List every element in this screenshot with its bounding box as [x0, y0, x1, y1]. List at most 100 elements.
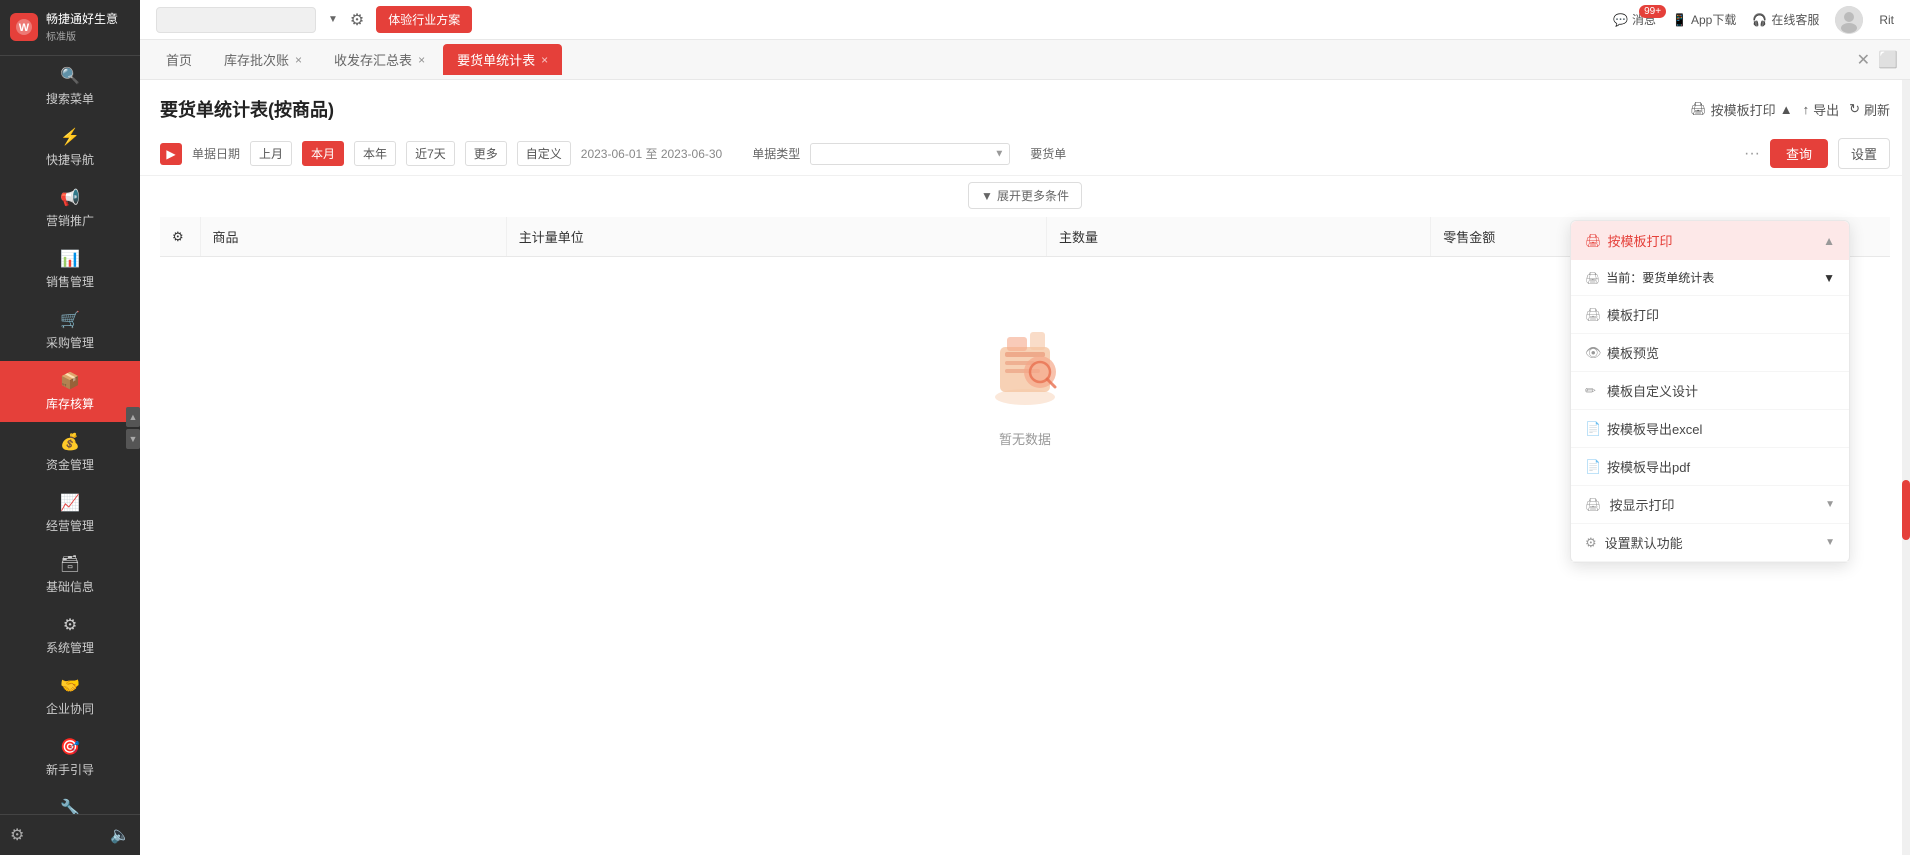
sidebar-item-purchase[interactable]: 🛒 采购管理 [0, 300, 140, 361]
dropdown-collapse-icon[interactable]: ▲ [1823, 234, 1835, 248]
sidebar-item-app-center[interactable]: 🔧 应用中心 [0, 788, 140, 814]
date-btn-custom[interactable]: 自定义 [517, 141, 571, 166]
header-search-bar [156, 7, 316, 33]
tab-close-receipt-summary[interactable]: × [418, 53, 425, 67]
print-icon: 🖨 [1690, 101, 1707, 117]
speaker-icon[interactable]: 🔈 [110, 825, 130, 845]
message-item[interactable]: 💬 消息 99+ [1613, 11, 1656, 28]
date-btn-this-year[interactable]: 本年 [354, 141, 396, 166]
sidebar-scroll-up[interactable]: ▲ [126, 407, 140, 427]
template-preview-icon: 👁 [1585, 345, 1602, 361]
app-center-icon: 🔧 [60, 798, 80, 814]
yaohuodan-label: 要货单 [1030, 145, 1066, 162]
date-btn-last-month[interactable]: 上月 [250, 141, 292, 166]
dropdown-item-template-preview[interactable]: 👁 模板预览 [1571, 334, 1849, 372]
type-select[interactable] [810, 143, 1010, 165]
expand-conditions-bar: ▼ 展开更多条件 [140, 176, 1910, 217]
sidebar-item-finance[interactable]: 💰 资金管理 [0, 422, 140, 483]
tab-home[interactable]: 首页 [152, 44, 206, 75]
sidebar-item-marketing[interactable]: 📢 营销推广 [0, 178, 140, 239]
more-options-icon[interactable]: ··· [1744, 145, 1760, 163]
print-dropdown: 🖨 按模板打印 ▲ 🖨 当前：要货单统计表 ▼ 🖨 模板打印 👁 模板预览 ✏ [1570, 220, 1850, 563]
current-template-row: 🖨 当前：要货单统计表 ▼ [1571, 260, 1849, 296]
template-excel-icon: 📄 [1585, 421, 1601, 437]
close-window-btn[interactable]: ✕ [1857, 50, 1870, 70]
newbie-icon: 🎯 [60, 737, 80, 757]
dropdown-item-template-design[interactable]: ✏ 模板自定义设计 [1571, 372, 1849, 410]
settings-button[interactable]: 设置 [1838, 138, 1890, 169]
export-icon: ↑ [1803, 102, 1810, 117]
user-avatar[interactable] [1835, 6, 1863, 34]
sidebar-scroll-down[interactable]: ▼ [126, 429, 140, 449]
sidebar-item-basic-info[interactable]: 🗃 基础信息 [0, 544, 140, 605]
dropdown-item-display-print[interactable]: 🖨 按显示打印 ▼ [1571, 486, 1849, 524]
sidebar-footer: ⚙ 🔈 [0, 814, 140, 855]
sidebar-logo: W 畅捷通好生意 标准版 [0, 0, 140, 56]
date-label: 单据日期 [192, 145, 240, 162]
sidebar-nav: 🔍 搜索菜单 ⚡ 快捷导航 📢 营销推广 📊 销售管理 🛒 采购管理 📦 库存核… [0, 56, 140, 814]
date-btn-7days[interactable]: 近7天 [406, 141, 455, 166]
print-dropdown-title: 🖨 按模板打印 [1585, 231, 1673, 250]
tab-close-order-summary[interactable]: × [541, 53, 548, 67]
basic-info-icon: 🗃 [60, 554, 80, 574]
empty-text: 暂无数据 [999, 429, 1051, 448]
expand-conditions-button[interactable]: ▼ 展开更多条件 [968, 182, 1082, 209]
dropdown-item-template-excel[interactable]: 📄 按模板导出excel [1571, 410, 1849, 448]
print-dropdown-icon: 🖨 [1585, 233, 1602, 249]
page-actions: 🖨 按模板打印 ▲ ↑ 导出 ↻ 刷新 [1690, 100, 1890, 119]
tab-bar: 首页 库存批次账 × 收发存汇总表 × 要货单统计表 × ✕ ⬜ [140, 40, 1910, 80]
experience-button[interactable]: 体验行业方案 [376, 6, 472, 33]
export-button[interactable]: ↑ 导出 [1803, 100, 1840, 119]
logo-text: 畅捷通好生意 标准版 [46, 12, 118, 43]
tab-inventory-batch[interactable]: 库存批次账 × [210, 44, 316, 75]
sidebar-item-newbie[interactable]: 🎯 新手引导 [0, 727, 140, 788]
username: Rit [1879, 13, 1894, 27]
sidebar-item-inventory[interactable]: 📦 库存核算 [0, 361, 140, 422]
dropdown-item-template-pdf[interactable]: 📄 按模板导出pdf [1571, 448, 1849, 486]
dropdown-item-default-func[interactable]: ⚙ 设置默认功能 ▼ [1571, 524, 1849, 562]
operation-icon: 📈 [60, 493, 80, 513]
refresh-button[interactable]: ↻ 刷新 [1849, 100, 1890, 119]
print-template-button[interactable]: 🖨 按模板打印 ▲ [1690, 100, 1792, 119]
sidebar-item-system[interactable]: ⚙ 系统管理 [0, 605, 140, 666]
template-design-icon: ✏ [1585, 383, 1596, 399]
settings-icon[interactable]: ⚙ [10, 825, 24, 845]
sidebar: W 畅捷通好生意 标准版 🔍 搜索菜单 ⚡ 快捷导航 📢 营销推广 📊 销售管理… [0, 0, 140, 855]
filter-expand-icon[interactable]: ▶ [160, 143, 182, 165]
display-print-icon: 🖨 [1585, 497, 1602, 513]
date-range: 2023-06-01 至 2023-06-30 [581, 145, 722, 162]
sidebar-item-operation[interactable]: 📈 经营管理 [0, 483, 140, 544]
header-left: ▼ ⚙ 体验行业方案 [156, 6, 472, 33]
app-download-item[interactable]: 📱 App下载 [1672, 11, 1736, 28]
maximize-window-btn[interactable]: ⬜ [1878, 50, 1898, 70]
quick-nav-icon: ⚡ [60, 127, 80, 147]
date-btn-this-month[interactable]: 本月 [302, 141, 344, 166]
query-button[interactable]: 查询 [1770, 139, 1828, 168]
headset-icon: 🎧 [1752, 13, 1767, 27]
scrollbar-thumb[interactable] [1902, 480, 1910, 540]
header-dropdown[interactable]: ▼ [328, 14, 338, 25]
sidebar-item-sales[interactable]: 📊 销售管理 [0, 239, 140, 300]
top-header: ▼ ⚙ 体验行业方案 💬 消息 99+ 📱 App下载 🎧 在线客服 Rit [140, 0, 1910, 40]
current-template-icon: 🖨 [1585, 271, 1600, 285]
tab-close-inventory-batch[interactable]: × [295, 53, 302, 67]
template-pdf-icon: 📄 [1585, 459, 1601, 475]
finance-icon: 💰 [60, 432, 80, 452]
col-quantity: 主数量 [1046, 217, 1430, 257]
date-btn-more[interactable]: 更多 [465, 141, 507, 166]
gear-icon[interactable]: ⚙ [350, 10, 364, 30]
refresh-icon: ↻ [1849, 101, 1860, 117]
col-settings[interactable]: ⚙ [160, 217, 200, 257]
tab-order-summary[interactable]: 要货单统计表 × [443, 44, 562, 75]
search-icon: 🔍 [60, 66, 80, 86]
sidebar-item-search[interactable]: 🔍 搜索菜单 [0, 56, 140, 117]
sidebar-item-enterprise[interactable]: 🤝 企业协同 [0, 666, 140, 727]
enterprise-icon: 🤝 [60, 676, 80, 696]
online-service-item[interactable]: 🎧 在线客服 [1752, 11, 1819, 28]
page-title: 要货单统计表(按商品) [160, 96, 334, 122]
expand-icon: ▼ [981, 189, 993, 203]
dropdown-item-template-print[interactable]: 🖨 模板打印 [1571, 296, 1849, 334]
sidebar-item-quick-nav[interactable]: ⚡ 快捷导航 [0, 117, 140, 178]
settings-col-icon[interactable]: ⚙ [172, 229, 184, 244]
tab-receipt-summary[interactable]: 收发存汇总表 × [320, 44, 439, 75]
